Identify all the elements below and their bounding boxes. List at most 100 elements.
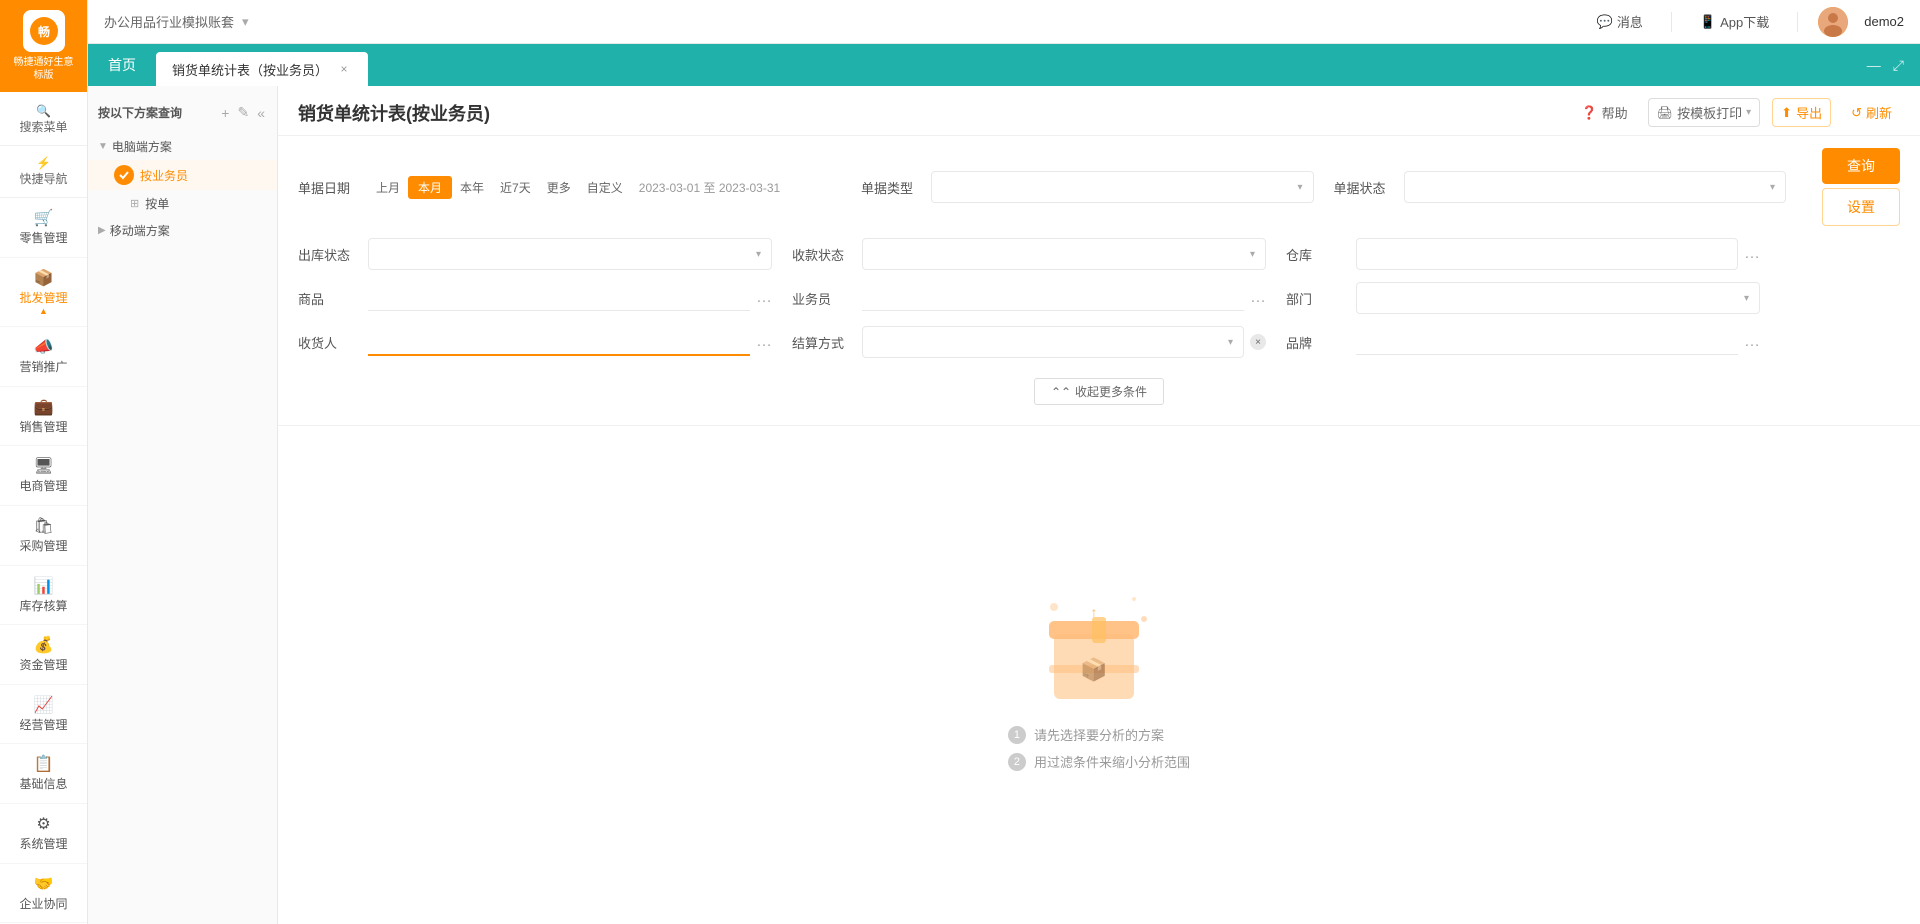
date-tab-last-7days[interactable]: 近7天 [492, 176, 539, 199]
tab-home-label: 首页 [108, 55, 136, 75]
tab-minimize-button[interactable]: — [1863, 53, 1885, 77]
date-tab-this-year[interactable]: 本年 [452, 176, 492, 199]
refresh-label: 刷新 [1866, 103, 1892, 122]
sidebar-item-enterprise[interactable]: 🤝 企业协同 [0, 864, 87, 924]
panel-edit-button[interactable]: ✎ [235, 102, 251, 123]
tree-mobile-label: 移动端方案 [110, 222, 170, 239]
goods-control: … [368, 285, 772, 311]
brand-input[interactable] [1356, 329, 1738, 355]
user-label: demo2 [1864, 14, 1904, 29]
refresh-button[interactable]: ↺ 刷新 [1843, 99, 1900, 126]
sidebar-item-finance[interactable]: 💰 资金管理 [0, 625, 87, 685]
account-dropdown-icon[interactable]: ▾ [242, 14, 249, 30]
date-tab-custom[interactable]: 自定义 [579, 176, 631, 199]
date-tab-more[interactable]: 更多 [539, 176, 579, 199]
tree-salesperson-item[interactable]: 按业务员 [88, 160, 277, 190]
tree-mobile-section[interactable]: ▶ 移动端方案 [88, 217, 277, 244]
salesperson-input[interactable] [862, 285, 1244, 311]
empty-illustration: 📦 ↑ [1029, 579, 1169, 709]
panel-add-button[interactable]: + [219, 102, 231, 123]
receipt-label: 收款状态 [792, 245, 862, 264]
sales-icon: 💼 [34, 397, 54, 417]
quick-nav-button[interactable]: ⚡ 快捷导航 [0, 150, 87, 193]
content-area: 按以下方案查询 + ✎ « ▼ 电脑端方案 [88, 86, 1920, 924]
doc-status-arrow: ▾ [1770, 182, 1775, 193]
date-tab-this-month[interactable]: 本月 [408, 176, 452, 199]
sidebar-item-inventory[interactable]: 📊 库存核算 [0, 566, 87, 626]
tree-by-bill-item[interactable]: ⊞ 按单 [88, 190, 277, 217]
export-button[interactable]: ⬆ 导出 [1772, 98, 1831, 127]
payment-clear-button[interactable]: × [1250, 334, 1266, 350]
salesperson-dots[interactable]: … [1250, 289, 1266, 307]
print-button[interactable]: 🖨 按模板打印 ▾ [1648, 98, 1761, 127]
user-avatar[interactable] [1818, 7, 1848, 37]
hint-num-2: 2 [1008, 753, 1026, 771]
goods-label: 商品 [298, 289, 368, 308]
sidebar-menu: 🛒 零售管理 📦 批发管理 ▲ 📣 营销推广 💼 销售管理 🖥 电商管理 🛍 采… [0, 198, 87, 924]
sidebar-item-enterprise-label: 企业协同 [19, 897, 67, 913]
salesperson-control: … [862, 285, 1266, 311]
message-button[interactable]: 💬 消息 [1589, 8, 1651, 35]
tree-active-icon [114, 165, 134, 185]
sidebar-item-system[interactable]: ⚙ 系统管理 [0, 804, 87, 864]
panel-collapse-button[interactable]: « [255, 102, 267, 123]
sidebar-item-marketing[interactable]: 📣 营销推广 [0, 327, 87, 387]
action-buttons-col: 查询 设置 [1822, 148, 1900, 226]
outstock-select[interactable]: ▾ [368, 238, 772, 270]
app-download-button[interactable]: 📱 App下载 [1692, 8, 1777, 35]
doc-type-select[interactable]: ▾ [931, 171, 1314, 203]
sidebar-logo[interactable]: 畅 畅捷通好生意 标版 [0, 0, 87, 92]
payment-label: 结算方式 [792, 333, 862, 352]
sidebar-item-ecommerce[interactable]: 🖥 电商管理 [0, 446, 87, 506]
warehouse-select[interactable] [1356, 238, 1738, 270]
dept-select[interactable]: ▾ [1356, 282, 1760, 314]
goods-input[interactable] [368, 285, 750, 311]
tree-pc-section[interactable]: ▼ 电脑端方案 [88, 133, 277, 160]
goods-dots[interactable]: … [756, 289, 772, 307]
collapse-label: 收起更多条件 [1075, 383, 1147, 400]
help-button[interactable]: ❓ 帮助 [1573, 99, 1635, 126]
sidebar-item-operation[interactable]: 📈 经营管理 [0, 685, 87, 745]
filter-row-4: 收货人 … 结算方式 ▾ × [298, 326, 1900, 358]
warehouse-dots[interactable]: … [1744, 245, 1760, 263]
search-menu-button[interactable]: 🔍 搜索菜单 [0, 98, 87, 141]
collapse-button[interactable]: ⌃⌃ 收起更多条件 [1034, 378, 1164, 405]
sidebar-item-wholesale[interactable]: 📦 批发管理 ▲ [0, 258, 87, 328]
sidebar-item-basic[interactable]: 📋 基础信息 [0, 744, 87, 804]
sidebar-item-purchase[interactable]: 🛍 采购管理 [0, 506, 87, 566]
tab-maximize-button[interactable]: ⤢ [1889, 53, 1908, 78]
empty-box-svg: 📦 ↑ [1034, 589, 1164, 709]
app-download-label: App下载 [1720, 12, 1769, 31]
print-icon: 🖨 [1657, 105, 1674, 121]
payment-arrow: ▾ [1228, 337, 1233, 348]
payment-select[interactable]: ▾ [862, 326, 1244, 358]
tree-expand-icon: ▼ [98, 141, 108, 152]
ecommerce-icon: 🖥 [33, 456, 53, 476]
sidebar-item-retail[interactable]: 🛒 零售管理 [0, 198, 87, 258]
hint-text-1: 请先选择要分析的方案 [1034, 725, 1164, 744]
sidebar-item-sales[interactable]: 💼 销售管理 [0, 387, 87, 447]
consignee-input[interactable] [368, 329, 750, 356]
help-label: 帮助 [1602, 103, 1628, 122]
dept-col: 部门 ▾ [1286, 282, 1760, 314]
consignee-dots[interactable]: … [756, 333, 772, 351]
tab-bar-right: — ⤢ [1863, 53, 1920, 78]
doc-status-select[interactable]: ▾ [1404, 171, 1787, 203]
date-tab-last-month[interactable]: 上月 [368, 176, 408, 199]
basic-icon: 📋 [34, 754, 54, 774]
query-button[interactable]: 查询 [1822, 148, 1900, 184]
date-tabs: 上月 本月 本年 近7天 更多 自定义 [368, 176, 631, 199]
purchase-icon: 🛍 [33, 516, 53, 536]
tab-home[interactable]: 首页 [88, 44, 156, 86]
empty-hint-1: 1 请先选择要分析的方案 [1008, 725, 1190, 744]
doc-status-label: 单据状态 [1334, 178, 1404, 197]
tab-close-button[interactable]: × [336, 61, 352, 77]
tab-current-label: 销货单统计表（按业务员） [172, 60, 328, 79]
doc-status-col: 单据状态 ▾ [1334, 171, 1787, 203]
settings-button[interactable]: 设置 [1822, 188, 1900, 226]
brand-dots[interactable]: … [1744, 333, 1760, 351]
tab-current[interactable]: 销货单统计表（按业务员） × [156, 52, 368, 86]
receipt-select[interactable]: ▾ [862, 238, 1266, 270]
salesperson-col: 业务员 … [792, 285, 1266, 311]
svg-text:畅: 畅 [37, 24, 49, 39]
